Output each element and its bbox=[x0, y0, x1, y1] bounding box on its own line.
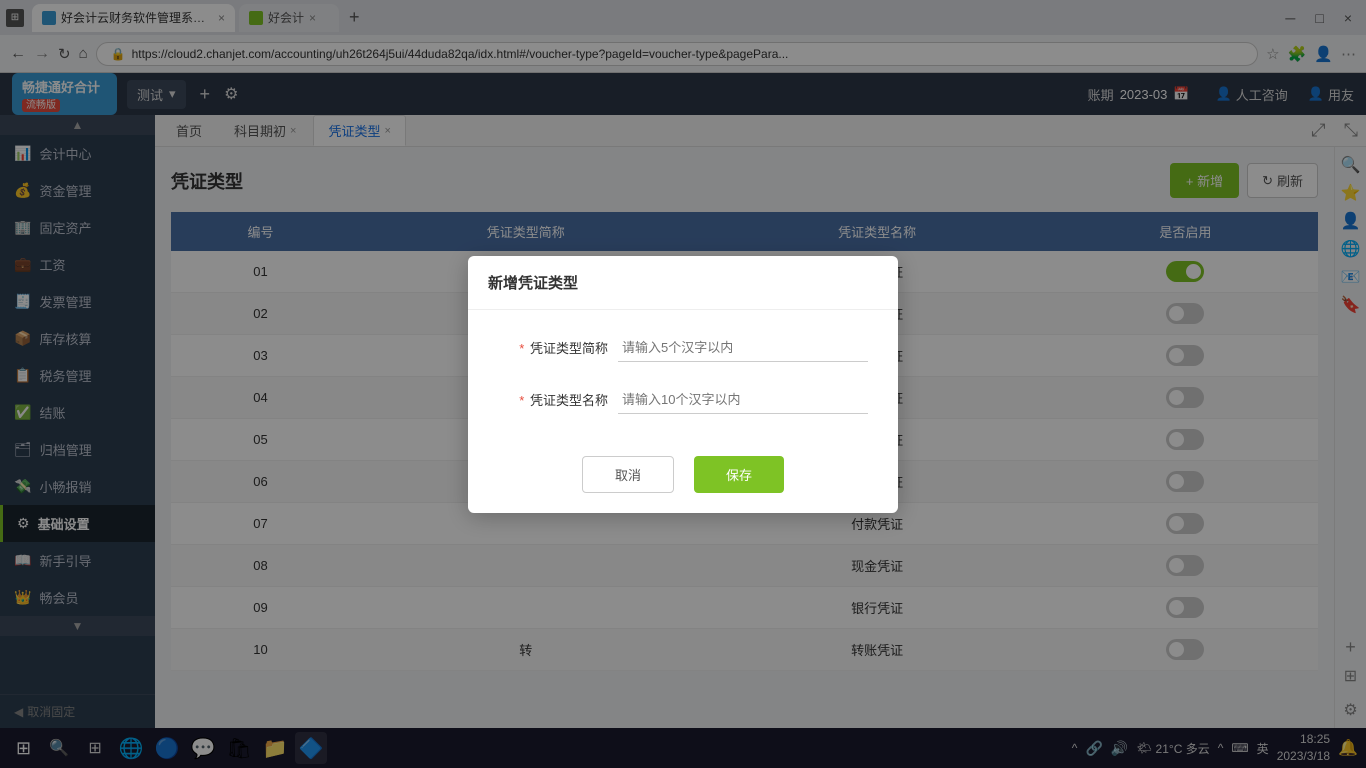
cancel-button[interactable]: 取消 bbox=[582, 456, 674, 493]
form-row-name: * 凭证类型名称 bbox=[498, 386, 868, 414]
name-required-star: * bbox=[519, 393, 524, 408]
abbr-required-star: * bbox=[519, 341, 524, 356]
modal-body: * 凭证类型简称 * 凭证类型名称 bbox=[468, 310, 898, 444]
modal-header: 新增凭证类型 bbox=[468, 256, 898, 310]
modal-footer: 取消 保存 bbox=[468, 444, 898, 513]
name-input[interactable] bbox=[618, 386, 868, 414]
save-button[interactable]: 保存 bbox=[694, 456, 784, 493]
modal-overlay: 新增凭证类型 * 凭证类型简称 * 凭证类型名称 取消 保存 bbox=[0, 0, 1366, 768]
modal-title: 新增凭证类型 bbox=[488, 272, 578, 293]
abbr-label: * 凭证类型简称 bbox=[498, 338, 618, 357]
name-label: * 凭证类型名称 bbox=[498, 390, 618, 409]
abbr-input[interactable] bbox=[618, 334, 868, 362]
form-row-abbr: * 凭证类型简称 bbox=[498, 334, 868, 362]
modal-dialog: 新增凭证类型 * 凭证类型简称 * 凭证类型名称 取消 保存 bbox=[468, 256, 898, 513]
